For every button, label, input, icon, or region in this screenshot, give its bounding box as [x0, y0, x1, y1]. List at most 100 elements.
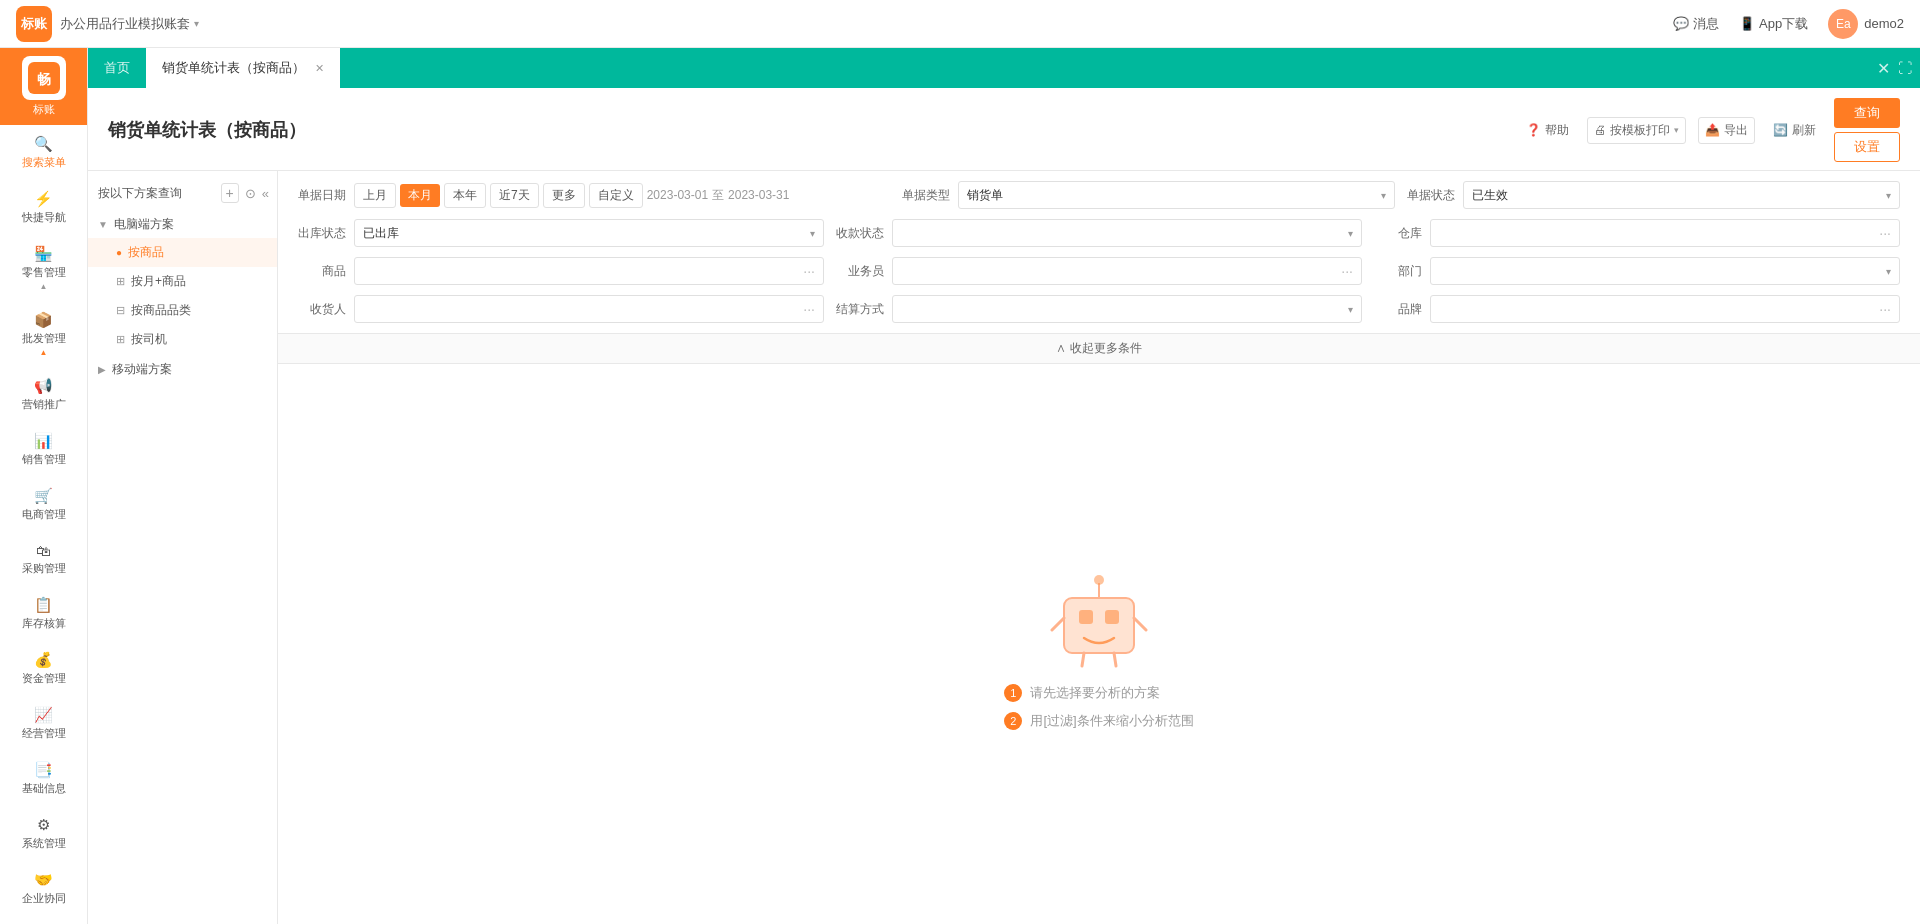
- page-header: 销货单统计表（按商品） ❓ 帮助 🖨 按模板打印 ▾ 📤 导出: [88, 88, 1920, 171]
- docstatus-control[interactable]: 已生效 ▾: [1463, 181, 1900, 209]
- sidebar-item-system[interactable]: ⚙ 系统管理: [0, 806, 87, 861]
- sidebar-item-guide[interactable]: 🎯 新手引导: [0, 916, 87, 924]
- sidebar-item-sales[interactable]: 📊 销售管理: [0, 422, 87, 477]
- sidebar-item-purchase[interactable]: 🛍 采购管理: [0, 532, 87, 586]
- scheme-item-product[interactable]: ● 按商品: [88, 238, 277, 267]
- scheme-item-driver[interactable]: ⊞ 按司机: [88, 325, 277, 354]
- doctype-control[interactable]: 销货单 ▾: [958, 181, 1395, 209]
- query-button[interactable]: 查询: [1834, 98, 1900, 128]
- sidebar-logo[interactable]: 畅 标账: [0, 48, 87, 125]
- search-icon: 🔍: [34, 135, 53, 153]
- logo-area[interactable]: 标账: [16, 6, 52, 42]
- export-btn[interactable]: 📤 导出: [1698, 117, 1755, 144]
- receiver-dots[interactable]: ···: [803, 301, 815, 317]
- dept-control[interactable]: ▾: [1430, 257, 1900, 285]
- app-title-arrow[interactable]: ▾: [194, 18, 199, 29]
- product-control[interactable]: ···: [354, 257, 824, 285]
- tab-close-icon[interactable]: ✕: [315, 62, 324, 75]
- sidebar-item-finance[interactable]: 💰 资金管理: [0, 641, 87, 696]
- svg-text:畅: 畅: [37, 71, 51, 87]
- salesperson-dots[interactable]: ···: [1341, 263, 1353, 279]
- sidebar-item-operation[interactable]: 📈 经营管理: [0, 696, 87, 751]
- filter-label-brand: 品牌: [1374, 301, 1422, 318]
- scheme-item-label: 按司机: [131, 331, 167, 348]
- left-panel-header: 按以下方案查询 + ⊙ «: [88, 177, 277, 209]
- filter-label-doctype: 单据类型: [902, 187, 950, 204]
- scheme-settings-icon[interactable]: ⊙: [245, 186, 256, 201]
- date-btn-custom[interactable]: 自定义: [589, 183, 643, 208]
- tip1-text: 请先选择要分析的方案: [1030, 684, 1160, 702]
- tab-home[interactable]: 首页: [88, 48, 146, 88]
- scheme-group-header-mobile[interactable]: ▶ 移动端方案: [88, 356, 277, 383]
- outbound-arrow-icon: ▾: [810, 228, 815, 239]
- message-btn[interactable]: 💬 消息: [1673, 15, 1719, 33]
- collapse-bar[interactable]: ∧ 收起更多条件: [278, 334, 1920, 364]
- filter-receiver: 收货人 ···: [298, 295, 824, 323]
- collapse-panel-icon[interactable]: «: [262, 186, 269, 201]
- svg-rect-2: [1064, 598, 1134, 653]
- user-label: demo2: [1864, 16, 1904, 31]
- print-btn[interactable]: 🖨 按模板打印 ▾: [1587, 117, 1686, 144]
- sidebar-item-enterprise[interactable]: 🤝 企业协同: [0, 861, 87, 916]
- user-menu[interactable]: Ea demo2: [1828, 9, 1904, 39]
- sidebar-item-wholesale[interactable]: 📦 批发管理 ▲: [0, 301, 87, 367]
- date-btn-this-month[interactable]: 本月: [400, 184, 440, 207]
- sidebar-item-search[interactable]: 🔍 搜索菜单: [0, 125, 87, 180]
- warehouse-dots[interactable]: ···: [1879, 225, 1891, 241]
- date-btn-more[interactable]: 更多: [543, 183, 585, 208]
- sidebar-item-marketing[interactable]: 📢 营销推广: [0, 367, 87, 422]
- date-btn-last-month[interactable]: 上月: [354, 183, 396, 208]
- operation-icon: 📈: [34, 706, 53, 724]
- filter-warehouse: 仓库 ···: [1374, 219, 1900, 247]
- receiver-control[interactable]: ···: [354, 295, 824, 323]
- brand-dots[interactable]: ···: [1879, 301, 1891, 317]
- scheme-group-desktop: ▼ 电脑端方案 ● 按商品 ⊞ 按月+商品 ⊟: [88, 211, 277, 354]
- window-close-icon[interactable]: ✕: [1877, 59, 1890, 78]
- payment-control[interactable]: ▾: [892, 219, 1362, 247]
- window-expand-icon[interactable]: ⛶: [1898, 60, 1912, 76]
- filter-payment: 收款状态 ▾: [836, 219, 1362, 247]
- sidebar-item-retail[interactable]: 🏪 零售管理 ▲: [0, 235, 87, 301]
- system-icon: ⚙: [37, 816, 50, 834]
- app-download-btn[interactable]: 📱 App下载: [1739, 15, 1808, 33]
- tab-report-label: 销货单统计表（按商品）: [162, 59, 305, 77]
- product-dots[interactable]: ···: [803, 263, 815, 279]
- sidebar-item-basic[interactable]: 📑 基础信息: [0, 751, 87, 806]
- refresh-btn[interactable]: 🔄 刷新: [1767, 118, 1822, 143]
- content-body: 按以下方案查询 + ⊙ « ▼ 电脑端方案: [88, 171, 1920, 924]
- salesperson-control[interactable]: ···: [892, 257, 1362, 285]
- topbar-right: 💬 消息 📱 App下载 Ea demo2: [1673, 9, 1904, 39]
- scheme-group-header-desktop[interactable]: ▼ 电脑端方案: [88, 211, 277, 238]
- driver-icon: ⊞: [116, 333, 125, 346]
- filter-label-date: 单据日期: [298, 187, 346, 204]
- help-btn[interactable]: ❓ 帮助: [1520, 118, 1575, 143]
- app-header: 标账 办公用品行业模拟账套 ▾ 💬 消息 📱 App下载 Ea demo2: [0, 0, 1920, 48]
- date-btn-7days[interactable]: 近7天: [490, 183, 539, 208]
- empty-state: 1 请先选择要分析的方案 2 用[过滤]条件来缩小分析范围: [278, 364, 1920, 924]
- docstatus-value: 已生效: [1472, 187, 1508, 204]
- tip1-num: 1: [1004, 684, 1022, 702]
- left-panel-title: 按以下方案查询: [98, 185, 182, 202]
- avatar: Ea: [1828, 9, 1858, 39]
- empty-tip-1: 1 请先选择要分析的方案: [1004, 684, 1193, 702]
- filter-label-payment: 收款状态: [836, 225, 884, 242]
- add-scheme-icon[interactable]: +: [221, 183, 239, 203]
- settings-button[interactable]: 设置: [1834, 132, 1900, 162]
- outbound-control[interactable]: 已出库 ▾: [354, 219, 824, 247]
- date-btn-this-year[interactable]: 本年: [444, 183, 486, 208]
- filter-brand: 品牌 ···: [1374, 295, 1900, 323]
- scheme-item-category[interactable]: ⊟ 按商品品类: [88, 296, 277, 325]
- brand-control[interactable]: ···: [1430, 295, 1900, 323]
- settlement-control[interactable]: ▾: [892, 295, 1362, 323]
- tab-nav: 首页 销货单统计表（按商品） ✕ ✕ ⛶: [88, 48, 1920, 88]
- sidebar-item-ecommerce[interactable]: 🛒 电商管理: [0, 477, 87, 532]
- filter-outbound: 出库状态 已出库 ▾: [298, 219, 824, 247]
- warehouse-control[interactable]: ···: [1430, 219, 1900, 247]
- sidebar-item-inventory[interactable]: 📋 库存核算: [0, 586, 87, 641]
- sidebar-item-quick[interactable]: ⚡ 快捷导航: [0, 180, 87, 235]
- docstatus-arrow-icon: ▾: [1886, 190, 1891, 201]
- tab-report[interactable]: 销货单统计表（按商品） ✕: [146, 48, 340, 88]
- scheme-item-month-product[interactable]: ⊞ 按月+商品: [88, 267, 277, 296]
- filter-label-docstatus: 单据状态: [1407, 187, 1455, 204]
- header-actions: ❓ 帮助 🖨 按模板打印 ▾ 📤 导出 🔄 刷新: [1520, 98, 1900, 162]
